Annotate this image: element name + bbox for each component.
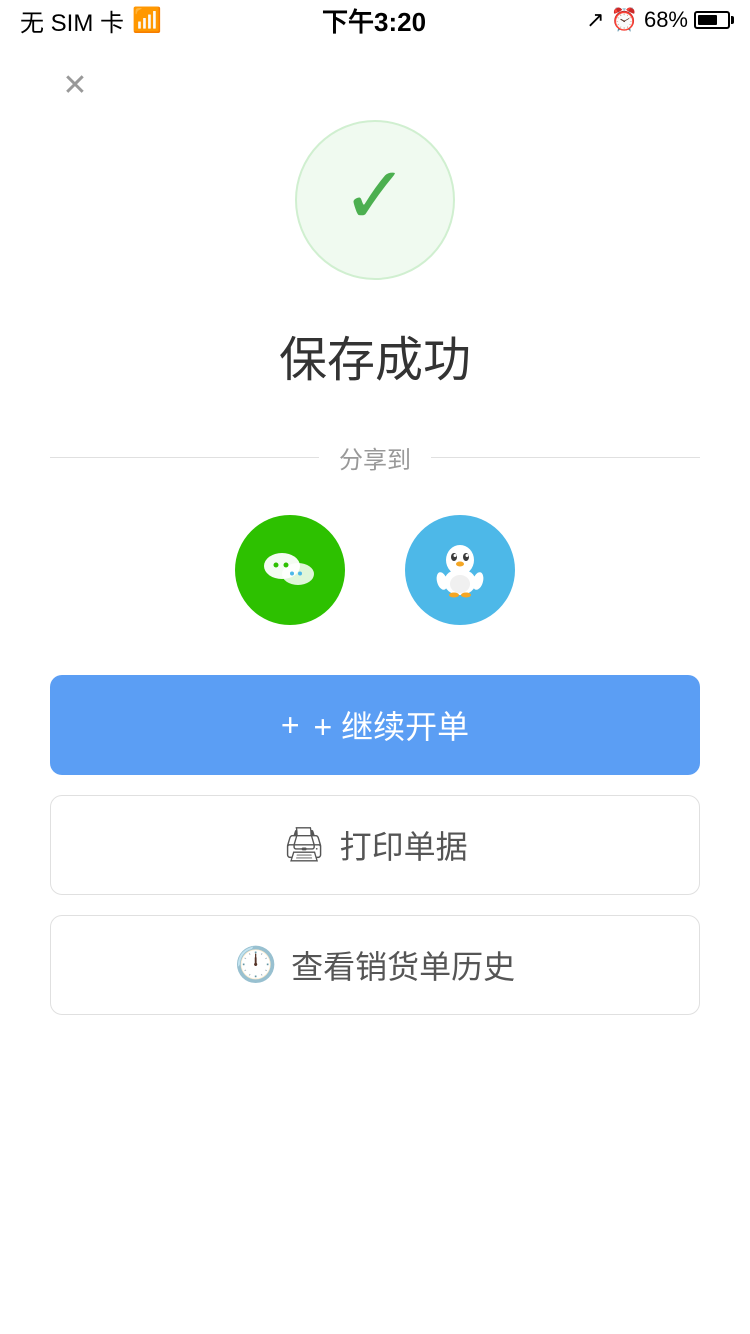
close-icon: ✕: [62, 68, 87, 103]
printer-icon: 🖨: [282, 825, 325, 865]
wechat-icon: [258, 538, 322, 602]
wifi-icon: 📶: [132, 6, 162, 35]
share-divider: 分享到: [50, 440, 700, 475]
battery-percent: 68%: [644, 7, 688, 33]
success-circle: ✓: [295, 120, 455, 280]
action-buttons: + + 继续开单 🖨 打印单据 🕛 查看销货单历史: [0, 675, 750, 1015]
plus-icon: +: [281, 707, 300, 744]
main-content: ✓ 保存成功 分享到: [0, 40, 750, 1015]
history-label: 查看销货单历史: [291, 942, 515, 988]
qq-icon: [428, 538, 492, 602]
wechat-share-button[interactable]: [235, 515, 345, 625]
battery-icon: [694, 11, 730, 29]
location-icon: ↗: [586, 7, 604, 33]
history-icon: 🕛: [235, 945, 277, 985]
continue-button[interactable]: + + 继续开单: [50, 675, 700, 775]
continue-label: + 继续开单: [314, 702, 470, 748]
status-time: 下午3:20: [322, 2, 426, 39]
sim-status: 无 SIM 卡: [20, 3, 124, 38]
status-left: 无 SIM 卡 📶: [20, 3, 162, 38]
close-button[interactable]: ✕: [50, 60, 100, 110]
qq-share-button[interactable]: [405, 515, 515, 625]
battery-indicator: [694, 11, 730, 29]
share-icons: [50, 515, 700, 625]
status-bar: 无 SIM 卡 📶 下午3:20 ↗ ⏰ 68%: [0, 0, 750, 40]
success-title: 保存成功: [279, 320, 471, 390]
alarm-icon: ⏰: [611, 7, 638, 33]
print-label: 打印单据: [340, 822, 468, 868]
print-button[interactable]: 🖨 打印单据: [50, 795, 700, 895]
share-label: 分享到: [339, 440, 411, 475]
battery-fill: [698, 15, 717, 25]
share-section: 分享到: [0, 440, 750, 625]
status-right: ↗ ⏰ 68%: [586, 7, 730, 33]
history-button[interactable]: 🕛 查看销货单历史: [50, 915, 700, 1015]
checkmark-icon: ✓: [341, 156, 408, 236]
